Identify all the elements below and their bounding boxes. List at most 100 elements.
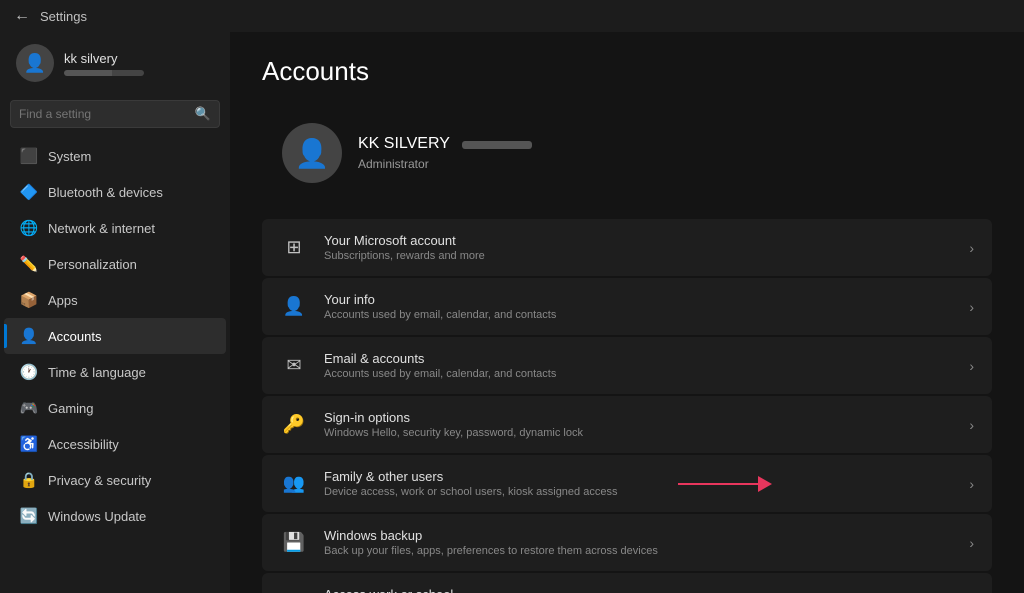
user-name: kk silvery bbox=[64, 51, 144, 66]
update-icon: 🔄 bbox=[20, 507, 38, 525]
sign-in-title: Sign-in options bbox=[324, 410, 953, 425]
sidebar-item-system[interactable]: ⬛ System bbox=[4, 138, 226, 174]
sidebar: 👤 kk silvery 🔍 ⬛ System 🔷 Bluetooth & de… bbox=[0, 32, 230, 593]
microsoft-account-title: Your Microsoft account bbox=[324, 233, 953, 248]
family-desc: Device access, work or school users, kio… bbox=[324, 486, 953, 498]
family-icon: 👥 bbox=[280, 470, 308, 498]
accessibility-icon: ♿ bbox=[20, 435, 38, 453]
arrow-line bbox=[678, 483, 758, 485]
sidebar-item-apps[interactable]: 📦 Apps bbox=[4, 282, 226, 318]
account-name-bar-decoration bbox=[462, 141, 532, 149]
chevron-icon: › bbox=[969, 299, 974, 315]
backup-title: Windows backup bbox=[324, 528, 953, 543]
email-accounts-icon: ✉ bbox=[280, 352, 308, 380]
sign-in-desc: Windows Hello, security key, password, d… bbox=[324, 427, 953, 439]
settings-item-work-school[interactable]: 💼 Access work or school Organization res… bbox=[262, 573, 992, 593]
settings-item-backup[interactable]: 💾 Windows backup Back up your files, app… bbox=[262, 514, 992, 571]
sidebar-item-label: Windows Update bbox=[48, 509, 146, 524]
chevron-icon: › bbox=[969, 240, 974, 256]
sidebar-item-label: Bluetooth & devices bbox=[48, 185, 163, 200]
settings-item-sign-in[interactable]: 🔑 Sign-in options Windows Hello, securit… bbox=[262, 396, 992, 453]
settings-item-email-accounts[interactable]: ✉ Email & accounts Accounts used by emai… bbox=[262, 337, 992, 394]
arrow-head bbox=[758, 476, 772, 492]
sidebar-item-bluetooth[interactable]: 🔷 Bluetooth & devices bbox=[4, 174, 226, 210]
family-text: Family & other users Device access, work… bbox=[324, 469, 953, 498]
settings-item-family[interactable]: 👥 Family & other users Device access, wo… bbox=[262, 455, 992, 512]
sidebar-item-label: Accounts bbox=[48, 329, 101, 344]
time-icon: 🕐 bbox=[20, 363, 38, 381]
nav-list: ⬛ System 🔷 Bluetooth & devices 🌐 Network… bbox=[0, 138, 230, 534]
account-details: KK SILVERY Administrator bbox=[358, 135, 532, 171]
sign-in-icon: 🔑 bbox=[280, 411, 308, 439]
sidebar-item-privacy[interactable]: 🔒 Privacy & security bbox=[4, 462, 226, 498]
user-avatar: 👤 bbox=[16, 44, 54, 82]
user-bar-decoration bbox=[64, 70, 144, 76]
email-accounts-text: Email & accounts Accounts used by email,… bbox=[324, 351, 953, 380]
your-info-desc: Accounts used by email, calendar, and co… bbox=[324, 309, 953, 321]
sidebar-item-label: Accessibility bbox=[48, 437, 119, 452]
family-title: Family & other users bbox=[324, 469, 953, 484]
sidebar-item-accessibility[interactable]: ♿ Accessibility bbox=[4, 426, 226, 462]
backup-text: Windows backup Back up your files, apps,… bbox=[324, 528, 953, 557]
microsoft-account-icon: ⊞ bbox=[280, 234, 308, 262]
your-info-text: Your info Accounts used by email, calend… bbox=[324, 292, 953, 321]
sidebar-item-update[interactable]: 🔄 Windows Update bbox=[4, 498, 226, 534]
content-area: Accounts 👤 KK SILVERY Administrator ⊞ Yo… bbox=[230, 32, 1024, 593]
account-role: Administrator bbox=[358, 157, 532, 171]
sidebar-item-personalization[interactable]: ✏️ Personalization bbox=[4, 246, 226, 282]
account-name-row: KK SILVERY bbox=[358, 135, 532, 153]
backup-desc: Back up your files, apps, preferences to… bbox=[324, 545, 953, 557]
page-title: Accounts bbox=[262, 56, 992, 87]
search-icon: 🔍 bbox=[195, 106, 211, 122]
network-icon: 🌐 bbox=[20, 219, 38, 237]
sidebar-item-label: Time & language bbox=[48, 365, 146, 380]
system-icon: ⬛ bbox=[20, 147, 38, 165]
your-info-icon: 👤 bbox=[280, 293, 308, 321]
account-avatar-icon: 👤 bbox=[295, 137, 330, 170]
arrow-annotation bbox=[678, 476, 772, 492]
search-bar[interactable]: 🔍 bbox=[10, 100, 220, 128]
chevron-icon: › bbox=[969, 476, 974, 492]
chevron-icon: › bbox=[969, 535, 974, 551]
user-avatar-icon: 👤 bbox=[24, 53, 46, 74]
bluetooth-icon: 🔷 bbox=[20, 183, 38, 201]
chevron-icon: › bbox=[969, 358, 974, 374]
gaming-icon: 🎮 bbox=[20, 399, 38, 417]
email-accounts-title: Email & accounts bbox=[324, 351, 953, 366]
sidebar-item-label: Network & internet bbox=[48, 221, 155, 236]
settings-list: ⊞ Your Microsoft account Subscriptions, … bbox=[262, 219, 992, 593]
apps-icon: 📦 bbox=[20, 291, 38, 309]
account-profile: 👤 KK SILVERY Administrator bbox=[262, 107, 992, 199]
sidebar-item-label: Gaming bbox=[48, 401, 94, 416]
account-name: KK SILVERY bbox=[358, 135, 450, 152]
email-accounts-desc: Accounts used by email, calendar, and co… bbox=[324, 368, 953, 380]
back-button[interactable]: ← bbox=[12, 6, 32, 26]
title-bar: ← Settings bbox=[0, 0, 1024, 32]
settings-item-your-info[interactable]: 👤 Your info Accounts used by email, cale… bbox=[262, 278, 992, 335]
sidebar-item-network[interactable]: 🌐 Network & internet bbox=[4, 210, 226, 246]
user-profile[interactable]: 👤 kk silvery bbox=[0, 32, 230, 94]
app-title: Settings bbox=[40, 9, 87, 24]
work-school-title: Access work or school bbox=[324, 587, 953, 593]
personalization-icon: ✏️ bbox=[20, 255, 38, 273]
backup-icon: 💾 bbox=[280, 529, 308, 557]
settings-item-microsoft-account[interactable]: ⊞ Your Microsoft account Subscriptions, … bbox=[262, 219, 992, 276]
your-info-title: Your info bbox=[324, 292, 953, 307]
work-school-icon: 💼 bbox=[280, 588, 308, 593]
sidebar-item-label: Privacy & security bbox=[48, 473, 151, 488]
user-info: kk silvery bbox=[64, 51, 144, 76]
account-avatar: 👤 bbox=[282, 123, 342, 183]
sidebar-item-label: Apps bbox=[48, 293, 78, 308]
main-layout: 👤 kk silvery 🔍 ⬛ System 🔷 Bluetooth & de… bbox=[0, 32, 1024, 593]
sidebar-item-label: System bbox=[48, 149, 91, 164]
sidebar-item-accounts[interactable]: 👤 Accounts bbox=[4, 318, 226, 354]
sidebar-item-gaming[interactable]: 🎮 Gaming bbox=[4, 390, 226, 426]
chevron-icon: › bbox=[969, 417, 974, 433]
accounts-icon: 👤 bbox=[20, 327, 38, 345]
sidebar-item-time[interactable]: 🕐 Time & language bbox=[4, 354, 226, 390]
privacy-icon: 🔒 bbox=[20, 471, 38, 489]
sidebar-item-label: Personalization bbox=[48, 257, 137, 272]
search-input[interactable] bbox=[19, 107, 189, 121]
microsoft-account-text: Your Microsoft account Subscriptions, re… bbox=[324, 233, 953, 262]
work-school-text: Access work or school Organization resou… bbox=[324, 587, 953, 593]
